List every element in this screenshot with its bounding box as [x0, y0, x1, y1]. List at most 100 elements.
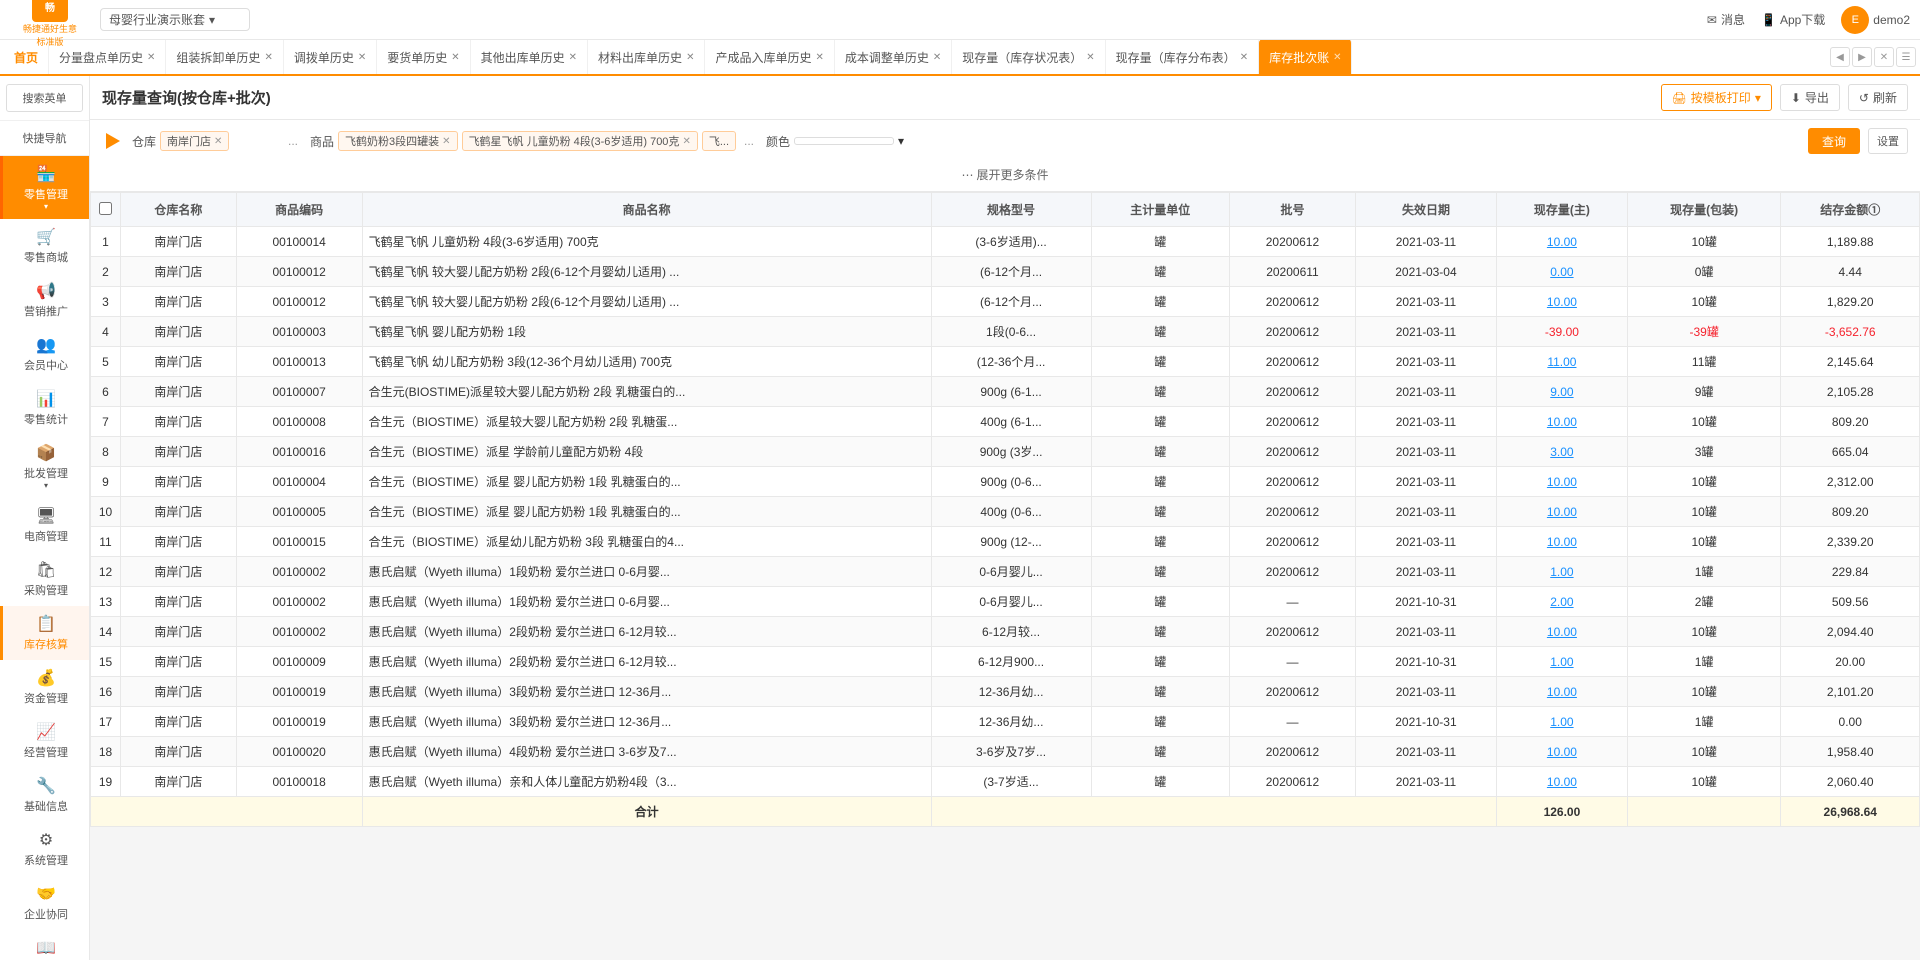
sidebar-item-pifaguanli[interactable]: 📦 批发管理 ▾: [0, 435, 89, 498]
tab-cailiaochu[interactable]: 材料出库单历史 ✕: [588, 40, 705, 75]
table-row: 3 南岸门店 00100012 飞鹤星飞帆 较大婴儿配方奶粉 2段(6-12个月…: [91, 287, 1920, 317]
user-menu[interactable]: E demo2: [1841, 6, 1910, 34]
table-container: 仓库名称 商品编码 商品名称 规格型号 主计量单位 批号 失效日期 现存量(主)…: [90, 192, 1920, 960]
expand-more-btn[interactable]: ⋯ 展开更多条件: [961, 166, 1048, 183]
warehouse-tags: 南岸门店 ✕: [160, 131, 280, 151]
sidebar-item-huiyuan[interactable]: 👥 会员中心: [0, 327, 89, 381]
logo-icon: 畅: [32, 0, 68, 22]
refresh-icon: ↺: [1859, 91, 1869, 105]
table-row: 19 南岸门店 00100018 惠氏启赋（Wyeth illuma）亲和人体儿…: [91, 767, 1920, 797]
page-actions: 🖨 按模板打印 ▾ ⬇ 导出 ↺ 刷新: [1661, 84, 1908, 111]
message-icon: ✉: [1707, 13, 1717, 27]
product-tag-1-remove[interactable]: ✕: [442, 136, 450, 147]
stats-icon: 📊: [36, 389, 56, 409]
setting-btn[interactable]: 设置: [1868, 128, 1908, 154]
sidebar-item-yingxiao[interactable]: 📢 营销推广: [0, 273, 89, 327]
warehouse-tag-remove[interactable]: ✕: [214, 136, 222, 147]
tab-fenliang[interactable]: 分量盘点单历史 ✕: [49, 40, 166, 75]
purchase-icon: 🛍: [36, 560, 56, 580]
sidebar-item-jichu[interactable]: 🔧 基础信息: [0, 768, 89, 822]
nav-more[interactable]: ☰: [1896, 47, 1916, 67]
sidebar-item-qiye[interactable]: 🤝 企业协同: [0, 876, 89, 930]
product-tag-2-remove[interactable]: ✕: [682, 136, 690, 147]
sidebar-item-xinshou[interactable]: 📖 新手引导: [0, 930, 89, 960]
table-row: 11 南岸门店 00100015 合生元（BIOSTIME）派星幼儿配方奶粉 3…: [91, 527, 1920, 557]
tab-chenbenzhengdan[interactable]: 成本调整单历史 ✕: [835, 40, 952, 75]
sidebar-item-kucun[interactable]: 📋 库存核算: [0, 606, 89, 660]
warehouse-filter: 仓库 南岸门店 ✕ ...: [132, 131, 302, 151]
system-icon: ⚙: [39, 830, 53, 850]
export-btn[interactable]: ⬇ 导出: [1780, 84, 1840, 111]
table-row: 10 南岸门店 00100005 合生元（BIOSTIME）派星 婴儿配方奶粉 …: [91, 497, 1920, 527]
sidebar-item-dianshang[interactable]: 🖥 电商管理: [0, 498, 89, 552]
expand-triangle[interactable]: [106, 133, 120, 149]
color-label: 颜色: [766, 133, 790, 150]
print-btn[interactable]: 🖨 按模板打印 ▾: [1661, 84, 1772, 111]
tab-kucunpici[interactable]: 库存批次账 ✕: [1259, 40, 1352, 75]
sidebar-item-xitong[interactable]: ⚙ 系统管理: [0, 822, 89, 876]
sidebar-item-jingying[interactable]: 📈 经营管理: [0, 714, 89, 768]
col-unit: 主计量单位: [1091, 193, 1229, 227]
query-btn[interactable]: 查询: [1808, 128, 1860, 154]
tab-home[interactable]: 首页: [4, 40, 49, 75]
table-row: 2 南岸门店 00100012 飞鹤星飞帆 较大婴儿配方奶粉 2段(6-12个月…: [91, 257, 1920, 287]
table-row: 15 南岸门店 00100009 惠氏启赋（Wyeth illuma）2段奶粉 …: [91, 647, 1920, 677]
tab-yaohuo[interactable]: 要货单历史 ✕: [377, 40, 470, 75]
app-icon: 📱: [1761, 13, 1776, 27]
refresh-btn[interactable]: ↺ 刷新: [1848, 84, 1908, 111]
message-btn[interactable]: ✉ 消息: [1707, 11, 1745, 28]
finance-icon: 💰: [36, 668, 56, 688]
guide-icon: 📖: [36, 938, 56, 958]
col-checkbox: [91, 193, 121, 227]
product-tag-2: 飞鹤星飞帆 儿童奶粉 4段(3-6岁适用) 700克 ✕: [462, 131, 698, 151]
sum-label: 合计: [362, 797, 931, 827]
table-row: 9 南岸门店 00100004 合生元（BIOSTIME）派星 婴儿配方奶粉 1…: [91, 467, 1920, 497]
tab-zujiechaichu[interactable]: 组装拆卸单历史 ✕: [166, 40, 283, 75]
top-bar: 畅 畅捷通好生意 标准版 母婴行业演示账套 ▾ ✉ 消息 📱 App下载 E d…: [0, 0, 1920, 40]
col-amount: 结存金额①: [1781, 193, 1920, 227]
quick-nav-btn[interactable]: 快捷导航: [0, 125, 89, 151]
sidebar-search: 搜索英单: [0, 76, 89, 121]
product-filter: 商品 飞鹤奶粉3段四罐装 ✕ 飞鹤星飞帆 儿童奶粉 4段(3-6岁适用) 700…: [310, 131, 758, 151]
content: 现存量查询(按仓库+批次) 🖨 按模板打印 ▾ ⬇ 导出 ↺ 刷新: [90, 76, 1920, 960]
page-header: 现存量查询(按仓库+批次) 🖨 按模板打印 ▾ ⬇ 导出 ↺ 刷新: [90, 76, 1920, 120]
table-row: 5 南岸门店 00100013 飞鹤星飞帆 幼儿配方奶粉 3段(12-36个月幼…: [91, 347, 1920, 377]
tab-diaobodanls[interactable]: 调拨单历史 ✕: [284, 40, 377, 75]
tab-xiancunliang2[interactable]: 现存量（库存分布表）✕: [1106, 40, 1259, 75]
nav-next[interactable]: ▶: [1852, 47, 1872, 67]
select-all-checkbox[interactable]: [99, 202, 112, 215]
nav-arrows: ◀ ▶ ✕ ☰: [1830, 47, 1916, 67]
app-download-btn[interactable]: 📱 App下载: [1761, 11, 1825, 28]
nav-close[interactable]: ✕: [1874, 47, 1894, 67]
color-filter: 颜色 ▾: [766, 133, 904, 150]
tab-close[interactable]: ✕: [147, 52, 155, 63]
expand-icon: ⋯: [961, 168, 973, 182]
warehouse-more[interactable]: ...: [284, 134, 302, 148]
product-more[interactable]: ...: [740, 134, 758, 148]
sidebar-item-lingshol[interactable]: 🏪 零售管理 ▾: [0, 156, 89, 219]
table-row: 8 南岸门店 00100016 合生元（BIOSTIME）派星 学龄前儿童配方奶…: [91, 437, 1920, 467]
col-qty-main: 现存量(主): [1496, 193, 1627, 227]
print-icon: 🖨: [1672, 91, 1687, 105]
sidebar-item-zijin[interactable]: 💰 资金管理: [0, 660, 89, 714]
export-icon: ⬇: [1791, 91, 1801, 105]
col-code: 商品编码: [236, 193, 362, 227]
marketing-icon: 📢: [36, 281, 56, 301]
tab-xiancunliang1[interactable]: 现存量（库存状况表）✕: [952, 40, 1105, 75]
table-row: 7 南岸门店 00100008 合生元（BIOSTIME）派星较大婴儿配方奶粉 …: [91, 407, 1920, 437]
org-select[interactable]: 母婴行业演示账套 ▾: [100, 8, 250, 31]
sidebar-item-lingshostats[interactable]: 📊 零售统计: [0, 381, 89, 435]
sidebar: 搜索英单 快捷导航 🏪 零售管理 ▾ 🛒 零售商城 📢 营销推广 👥 会员中心: [0, 76, 90, 960]
sidebar-item-lingshoshangcheng[interactable]: 🛒 零售商城: [0, 219, 89, 273]
basic-icon: 🔧: [36, 776, 56, 796]
sidebar-item-caigou[interactable]: 🛍 采购管理: [0, 552, 89, 606]
table-row: 16 南岸门店 00100019 惠氏启赋（Wyeth illuma）3段奶粉 …: [91, 677, 1920, 707]
collab-icon: 🤝: [36, 884, 56, 904]
table-row: 1 南岸门店 00100014 飞鹤星飞帆 儿童奶粉 4段(3-6岁适用) 70…: [91, 227, 1920, 257]
tab-chanchengpinruku[interactable]: 产成品入库单历史 ✕: [705, 40, 834, 75]
nav-prev[interactable]: ◀: [1830, 47, 1850, 67]
search-btn[interactable]: 搜索英单: [6, 84, 83, 112]
warehouse-tag: 南岸门店 ✕: [160, 131, 229, 151]
search-bar: 仓库 南岸门店 ✕ ... 商品 飞鹤奶粉3段四罐装 ✕: [90, 120, 1920, 192]
tab-qitachukulishi[interactable]: 其他出库单历史 ✕: [471, 40, 588, 75]
